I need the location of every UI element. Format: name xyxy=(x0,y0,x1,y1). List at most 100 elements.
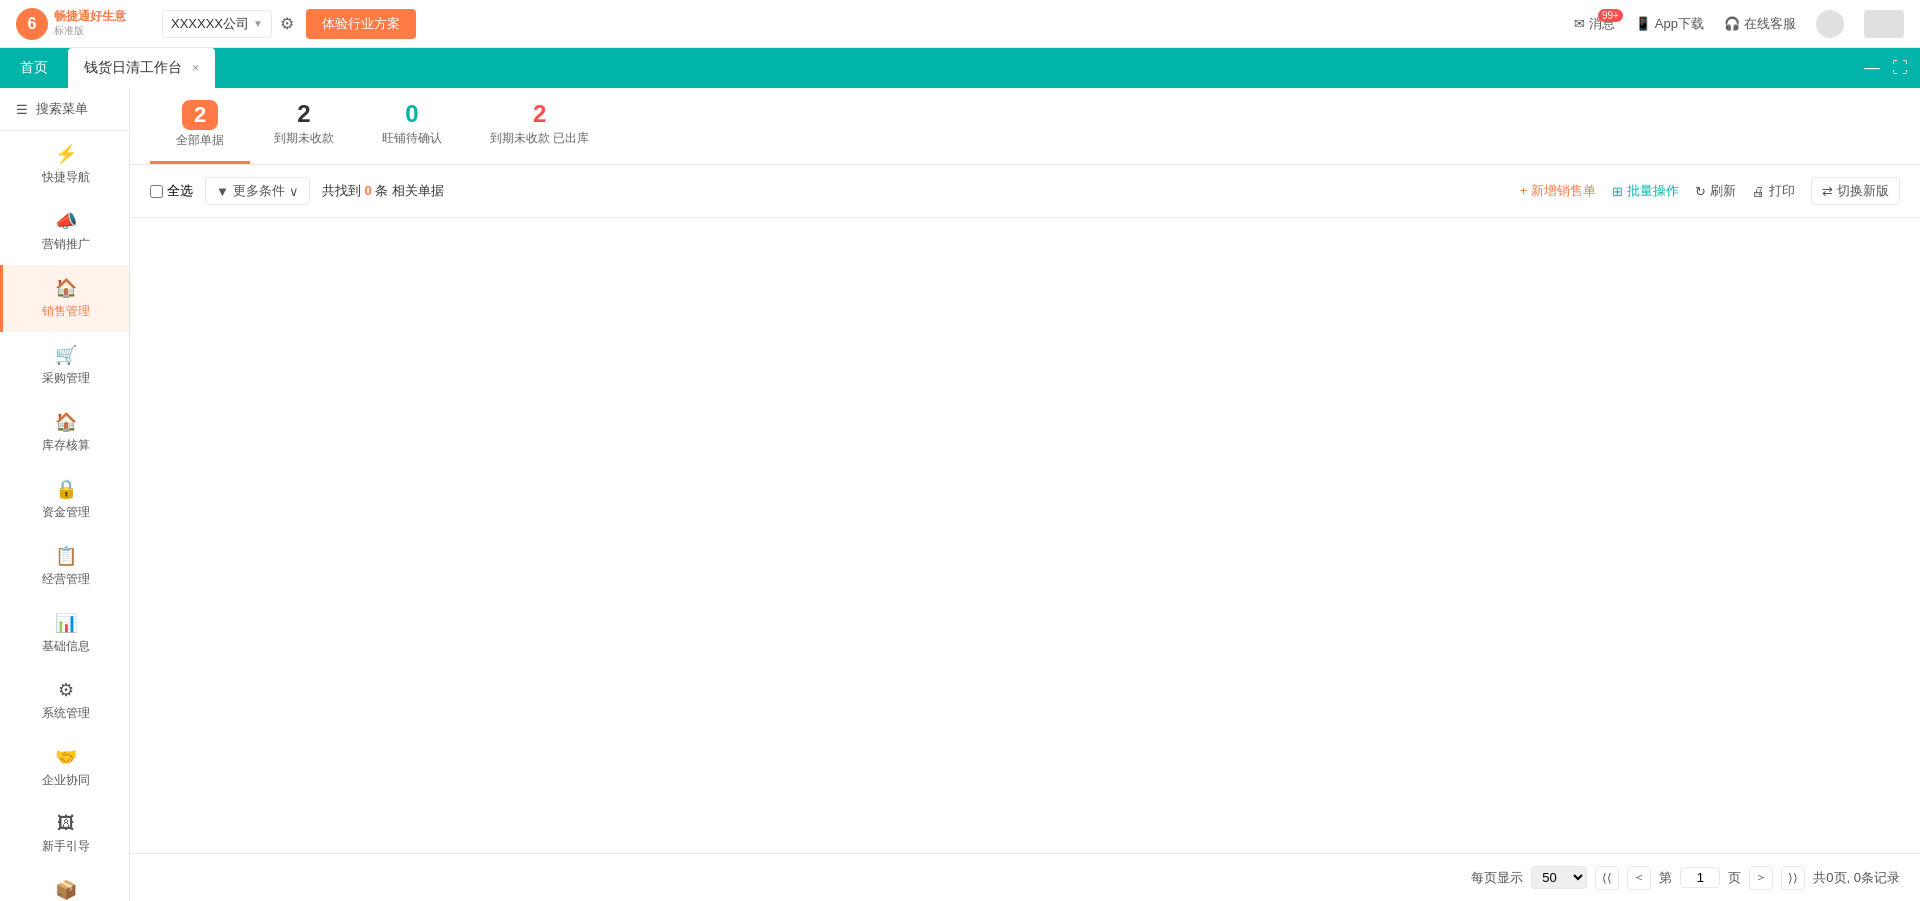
settings-icon[interactable]: ⚙ xyxy=(280,14,294,33)
select-all-input[interactable] xyxy=(150,185,163,198)
logo-icon: 6 xyxy=(16,8,48,40)
tab-home[interactable]: 首页 xyxy=(0,48,68,88)
logo-title: 畅捷通好生意 xyxy=(54,9,126,23)
operation-label: 经营管理 xyxy=(42,571,90,588)
guide-icon: 🖼 xyxy=(57,813,75,834)
inventory-label: 库存核算 xyxy=(42,437,90,454)
print-label: 打印 xyxy=(1769,182,1795,200)
finance-icon: 🔒 xyxy=(55,478,77,500)
company-selector[interactable]: XXXXXX公司 ▼ xyxy=(162,10,272,38)
tab-minimize-icon[interactable]: — xyxy=(1864,59,1880,77)
new-sale-button[interactable]: + 新增销售单 xyxy=(1520,182,1596,200)
operation-icon: 📋 xyxy=(55,545,77,567)
switch-icon: ⇄ xyxy=(1822,184,1833,199)
sidebar-item-system[interactable]: ⚙ 系统管理 xyxy=(0,667,129,734)
select-all-checkbox[interactable]: 全选 xyxy=(150,182,193,200)
online-service-item[interactable]: 🎧 在线客服 xyxy=(1724,15,1796,33)
active-tab-label: 钱货日清工作台 xyxy=(84,59,182,77)
stat-overdue-number: 2 xyxy=(297,100,310,128)
app-download-icon: 📱 xyxy=(1635,16,1651,31)
sidebar-item-operation[interactable]: 📋 经营管理 xyxy=(0,533,129,600)
tab-bar-right: — ⛶ xyxy=(1864,59,1920,77)
next-page-button[interactable]: ＞ xyxy=(1749,866,1773,890)
filter-button[interactable]: ▼ 更多条件 ∨ xyxy=(205,177,310,205)
logo-sub: 标准版 xyxy=(54,24,126,38)
search-menu-item[interactable]: ☰ 搜索菜单 xyxy=(0,88,129,131)
sidebar-item-purchase[interactable]: 🛒 采购管理 xyxy=(0,332,129,399)
logo-area: 6 畅捷通好生意 标准版 xyxy=(16,8,146,40)
header-right: ✉ 消息 99+ 📱 App下载 🎧 在线客服 xyxy=(1574,10,1904,38)
refresh-button[interactable]: ↻ 刷新 xyxy=(1695,182,1736,200)
stat-tab-outstock[interactable]: 2 到期未收款 已出库 xyxy=(466,88,613,164)
app-download-item[interactable]: 📱 App下载 xyxy=(1635,15,1704,33)
sidebar-item-sales[interactable]: 🏠 销售管理 xyxy=(0,265,129,332)
print-button[interactable]: 🖨 打印 xyxy=(1752,182,1795,200)
stats-tabs: 2 全部单据 2 到期未收款 0 旺铺待确认 2 到期未收款 已出库 xyxy=(130,88,1920,165)
content-area: 2 全部单据 2 到期未收款 0 旺铺待确认 2 到期未收款 已出库 全选 xyxy=(130,88,1920,901)
sidebar-item-enterprise[interactable]: 🤝 企业协同 xyxy=(0,734,129,801)
refresh-icon: ↻ xyxy=(1695,184,1706,199)
pagination: 每页显示 50 100 200 ⟨⟨ ＜ 第 页 ＞ ⟩⟩ 共0页, 0条记录 xyxy=(130,853,1920,901)
stat-tab-overdue[interactable]: 2 到期未收款 xyxy=(250,88,358,164)
prev-page-button[interactable]: ＜ xyxy=(1627,866,1651,890)
online-service-label: 在线客服 xyxy=(1744,15,1796,33)
sidebar-item-quick-nav[interactable]: ⚡ 快捷导航 xyxy=(0,131,129,198)
sidebar-item-guide[interactable]: 🖼 新手引导 xyxy=(0,801,129,867)
found-count: 0 xyxy=(365,183,372,198)
per-page-label: 每页显示 xyxy=(1471,869,1523,887)
messages-item[interactable]: ✉ 消息 99+ xyxy=(1574,15,1615,33)
sales-label: 销售管理 xyxy=(42,303,90,320)
experience-btn-area: 体验行业方案 xyxy=(306,9,416,39)
sidebar: ☰ 搜索菜单 ⚡ 快捷导航 📣 营销推广 🏠 销售管理 🛒 采购管理 🏠 库存核… xyxy=(0,88,130,901)
basic-info-icon: 📊 xyxy=(55,612,77,634)
user-name-badge xyxy=(1864,10,1904,38)
switch-version-button[interactable]: ⇄ 切换新版 xyxy=(1811,177,1900,205)
stat-tab-all[interactable]: 2 全部单据 xyxy=(150,88,250,164)
found-unit: 条 xyxy=(375,183,388,198)
sidebar-item-marketing[interactable]: 📣 营销推广 xyxy=(0,198,129,265)
stat-tab-pending[interactable]: 0 旺铺待确认 xyxy=(358,88,466,164)
service-icon: 🎧 xyxy=(1724,16,1740,31)
found-prefix: 共找到 xyxy=(322,183,361,198)
filter-label: 更多条件 xyxy=(233,182,285,200)
sidebar-item-inventory[interactable]: 🏠 库存核算 xyxy=(0,399,129,466)
avatar[interactable] xyxy=(1816,10,1844,38)
page-number-input[interactable] xyxy=(1680,867,1720,888)
stat-all-label: 全部单据 xyxy=(176,132,224,149)
filter-arrow-icon: ∨ xyxy=(289,184,299,199)
per-page-select[interactable]: 50 100 200 xyxy=(1531,866,1587,889)
messages-badge: 99+ xyxy=(1598,9,1623,22)
experience-button[interactable]: 体验行业方案 xyxy=(306,9,416,39)
marketing-label: 营销推广 xyxy=(42,236,90,253)
stat-outstock-label: 到期未收款 已出库 xyxy=(490,130,589,147)
last-page-button[interactable]: ⟩⟩ xyxy=(1781,866,1805,890)
table-area xyxy=(130,218,1920,853)
purchase-label: 采购管理 xyxy=(42,370,90,387)
tab-close-icon[interactable]: × xyxy=(192,61,199,75)
search-menu-label: 搜索菜单 xyxy=(36,100,88,118)
sidebar-item-finance[interactable]: 🔒 资金管理 xyxy=(0,466,129,533)
app-download-label: App下载 xyxy=(1655,15,1704,33)
finance-label: 资金管理 xyxy=(42,504,90,521)
tab-maximize-icon[interactable]: ⛶ xyxy=(1892,59,1908,77)
app-center-icon: 📦 xyxy=(55,879,77,901)
stat-pending-label: 旺铺待确认 xyxy=(382,130,442,147)
sidebar-item-app-center[interactable]: 📦 应用中心 xyxy=(0,867,129,901)
found-text: 共找到 0 条 相关单据 xyxy=(322,182,444,200)
quick-nav-label: 快捷导航 xyxy=(42,169,90,186)
tab-active[interactable]: 钱货日清工作台 × xyxy=(68,48,215,88)
sidebar-item-basic-info[interactable]: 📊 基础信息 xyxy=(0,600,129,667)
guide-label: 新手引导 xyxy=(42,838,90,855)
sales-icon: 🏠 xyxy=(55,277,77,299)
select-all-label: 全选 xyxy=(167,182,193,200)
search-icon: ☰ xyxy=(16,102,28,117)
inventory-icon: 🏠 xyxy=(55,411,77,433)
batch-operation-button[interactable]: ⊞ 批量操作 xyxy=(1612,182,1679,200)
print-icon: 🖨 xyxy=(1752,184,1765,199)
dropdown-arrow-icon: ▼ xyxy=(253,18,263,29)
empty-area xyxy=(130,218,1920,853)
first-page-button[interactable]: ⟨⟨ xyxy=(1595,866,1619,890)
page-label-unit: 页 xyxy=(1728,869,1741,887)
system-label: 系统管理 xyxy=(42,705,90,722)
batch-label: 批量操作 xyxy=(1627,182,1679,200)
